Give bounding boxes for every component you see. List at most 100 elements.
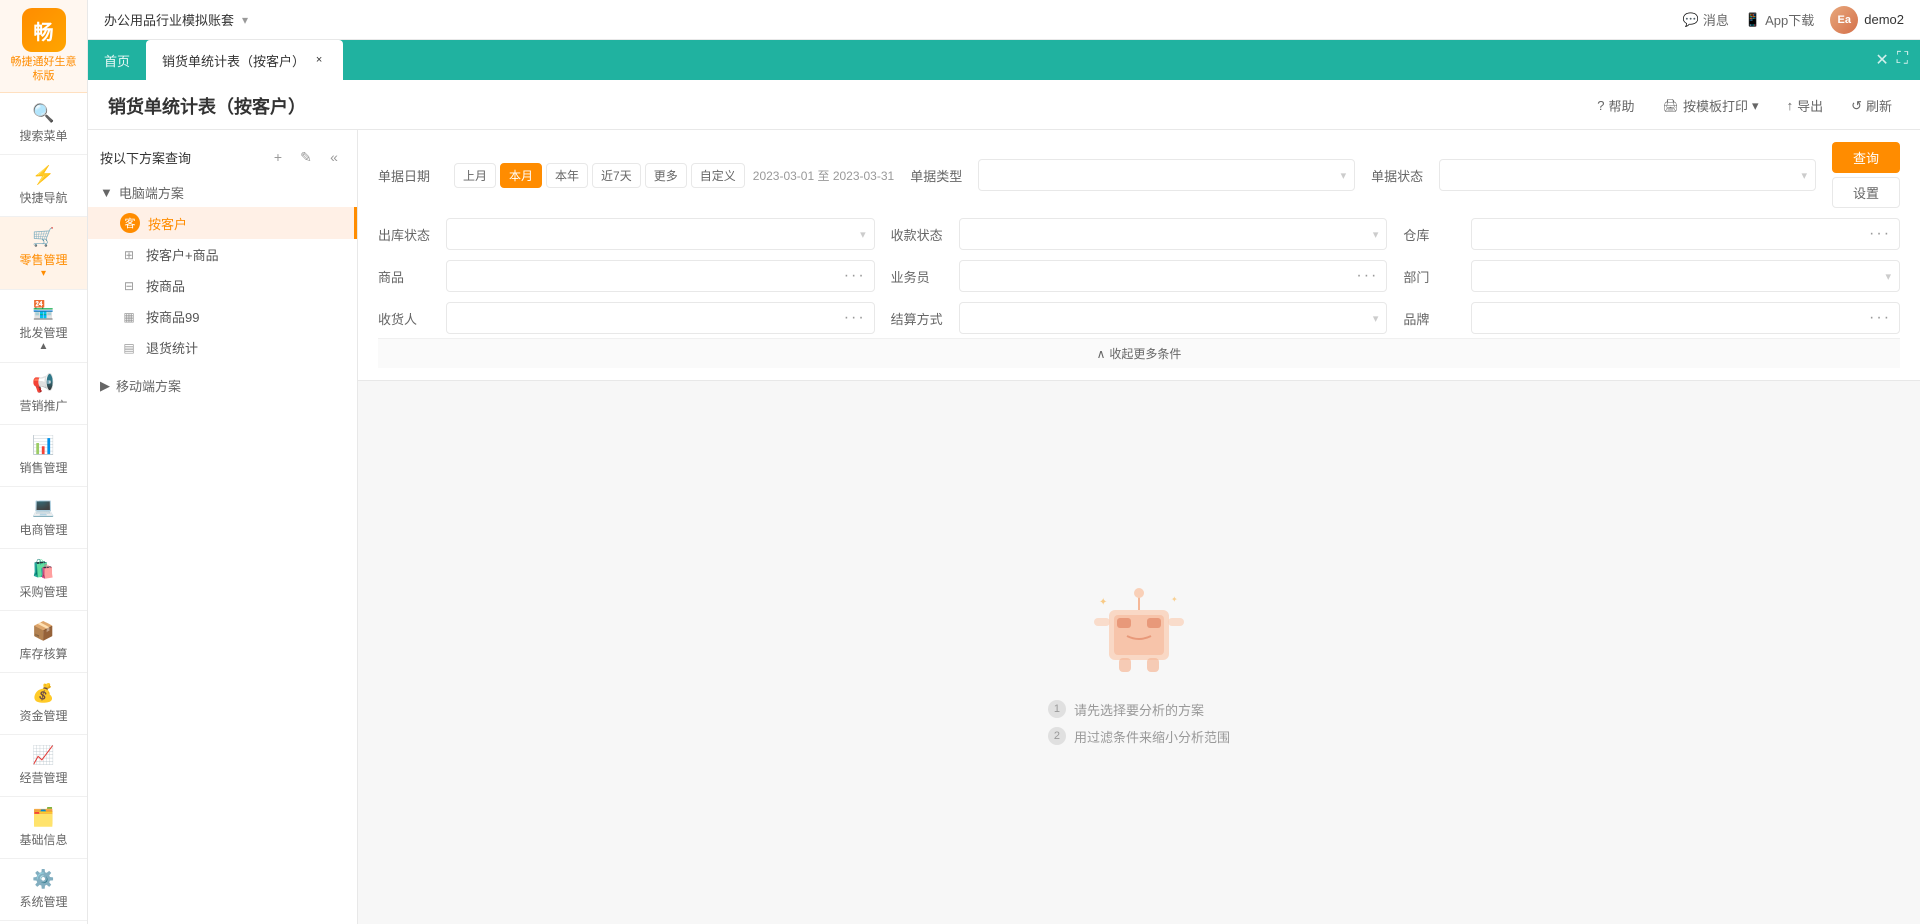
sidebar-item-wholesale[interactable]: 🏪 批发管理 ▲ bbox=[0, 290, 87, 363]
tab-sales-report[interactable]: 销货单统计表（按客户） × bbox=[146, 40, 343, 80]
sidebar-item-shortcut[interactable]: ⚡ 快捷导航 bbox=[0, 155, 87, 217]
svg-text:✦: ✦ bbox=[1099, 597, 1107, 608]
appdownload-icon: 📱 bbox=[1745, 12, 1761, 28]
logo-text: 畅捷通好生意 标版 bbox=[8, 55, 79, 84]
sidebar-item-basic[interactable]: 🗂️ 基础信息 bbox=[0, 797, 87, 859]
sales-report-tab-label: 销货单统计表（按客户） bbox=[162, 51, 305, 70]
sidebar-item-retail[interactable]: 🛒 零售管理 ▾ bbox=[0, 217, 87, 290]
collapse-icon: ∧ bbox=[1097, 347, 1106, 361]
sidebar-item-search[interactable]: 🔍 搜索菜单 bbox=[0, 93, 87, 155]
maximize-window-btn[interactable]: ⛶ bbox=[1897, 50, 1908, 70]
tabbar: 首页 销货单统计表（按客户） × ✕ ⛶ bbox=[88, 40, 1920, 80]
scheme-item-return-stats[interactable]: ▤ 退货统计 bbox=[88, 332, 357, 363]
close-window-btn[interactable]: ✕ bbox=[1875, 50, 1888, 70]
sidebar-item-label: 营销推广 bbox=[19, 397, 67, 414]
date-more-btn[interactable]: 更多 bbox=[645, 163, 687, 188]
empty-tip-2: 2 用过滤条件来缩小分析范围 bbox=[1048, 727, 1230, 746]
filter-row-4: 收货人 ··· 结算方式 ▾ bbox=[378, 302, 1900, 334]
salesperson-dots: ··· bbox=[1356, 267, 1378, 285]
tab-home[interactable]: 首页 bbox=[88, 40, 146, 80]
sidebar-item-label: 资金管理 bbox=[19, 707, 67, 724]
message-btn[interactable]: 💬 消息 bbox=[1683, 10, 1729, 29]
scheme-item-label: 按商品99 bbox=[146, 307, 199, 326]
date-prev-month-btn[interactable]: 上月 bbox=[454, 163, 496, 188]
doc-status-label: 单据状态 bbox=[1371, 166, 1431, 185]
doc-type-wrap: 单据类型 ▾ bbox=[910, 159, 1355, 191]
date-last7-btn[interactable]: 近7天 bbox=[592, 163, 641, 188]
print-icon: 🖨 bbox=[1663, 98, 1680, 114]
warehouse-select[interactable]: ··· bbox=[1471, 218, 1900, 250]
export-btn[interactable]: ↑ 导出 bbox=[1779, 92, 1832, 119]
scheme-collapse-btn[interactable]: « bbox=[323, 146, 345, 168]
receiver-select[interactable]: ··· bbox=[446, 302, 875, 334]
export-icon: ↑ bbox=[1787, 98, 1794, 113]
user-info[interactable]: Ea demo2 bbox=[1830, 6, 1904, 34]
scheme-item-by-customer-product[interactable]: ⊞ 按客户+商品 bbox=[88, 239, 357, 270]
settlement-select[interactable]: ▾ bbox=[959, 302, 1388, 334]
filter-area: 单据日期 上月 本月 本年 近7天 更多 自定义 2023-03-01 至 20… bbox=[358, 130, 1920, 381]
out-status-label: 出库状态 bbox=[378, 225, 438, 244]
sidebar-item-operations[interactable]: 📈 经营管理 bbox=[0, 735, 87, 797]
wholesale-icon: 🏪 bbox=[32, 300, 54, 321]
help-btn[interactable]: ? 帮助 bbox=[1589, 92, 1642, 119]
scheme-item-by-product[interactable]: ⊟ 按商品 bbox=[88, 270, 357, 301]
scheme-item-by-customer[interactable]: 客 按客户 bbox=[88, 207, 357, 239]
refresh-btn[interactable]: ↺ 刷新 bbox=[1843, 92, 1900, 119]
company-dropdown[interactable]: ▾ bbox=[242, 13, 248, 27]
help-icon: ? bbox=[1597, 98, 1604, 113]
help-label: 帮助 bbox=[1608, 96, 1634, 115]
product-select[interactable]: ··· bbox=[446, 260, 875, 292]
date-cur-year-btn[interactable]: 本年 bbox=[546, 163, 588, 188]
mobile-group-label: 移动端方案 bbox=[116, 376, 181, 395]
sidebar-item-marketing[interactable]: 📢 营销推广 bbox=[0, 363, 87, 425]
sidebar-item-cooperation[interactable]: 🤝 企业协同 bbox=[0, 921, 87, 924]
date-custom-btn[interactable]: 自定义 bbox=[691, 163, 745, 188]
inventory-icon: 📦 bbox=[32, 621, 54, 642]
brand-select[interactable]: ··· bbox=[1471, 302, 1900, 334]
sidebar-item-finance[interactable]: 💰 资金管理 bbox=[0, 673, 87, 735]
department-select[interactable]: ▾ bbox=[1471, 260, 1900, 292]
receipt-status-select[interactable]: ▾ bbox=[959, 218, 1388, 250]
scheme-panel-header: 按以下方案查询 + ✎ « bbox=[88, 140, 357, 174]
desktop-group-label: 电脑端方案 bbox=[119, 183, 184, 202]
sidebar-menu: 🔍 搜索菜单 ⚡ 快捷导航 🛒 零售管理 ▾ 🏪 批发管理 ▲ 📢 营销推广 📊… bbox=[0, 93, 87, 924]
collapse-label: 收起更多条件 bbox=[1109, 345, 1181, 362]
scheme-edit-btn[interactable]: ✎ bbox=[295, 146, 317, 168]
collapse-bar[interactable]: ∧ 收起更多条件 bbox=[378, 338, 1900, 368]
scheme-group-mobile: ▶ 移动端方案 bbox=[88, 367, 357, 404]
tab-close-icon[interactable]: × bbox=[311, 52, 327, 68]
appdownload-btn[interactable]: 📱 App下载 bbox=[1745, 10, 1814, 29]
scheme-item-by-product-99[interactable]: ▦ 按商品99 bbox=[88, 301, 357, 332]
template-print-btn[interactable]: 🖨 按模板打印 ▾ bbox=[1655, 92, 1767, 119]
tip-num-2: 2 bbox=[1048, 727, 1066, 745]
warehouse-dots: ··· bbox=[1869, 225, 1891, 243]
sidebar-item-purchase[interactable]: 🛍️ 采购管理 bbox=[0, 549, 87, 611]
salesperson-select[interactable]: ··· bbox=[959, 260, 1388, 292]
brand-label: 品牌 bbox=[1403, 309, 1463, 328]
scheme-group-mobile-header[interactable]: ▶ 移动端方案 bbox=[88, 371, 357, 400]
empty-tip-1: 1 请先选择要分析的方案 bbox=[1048, 700, 1230, 719]
receipt-status-label: 收款状态 bbox=[891, 225, 951, 244]
chevron-up-icon: ▲ bbox=[39, 341, 49, 352]
scheme-add-btn[interactable]: + bbox=[267, 146, 289, 168]
out-status-select[interactable]: ▾ bbox=[446, 218, 875, 250]
page-title-row: 销货单统计表（按客户） ? 帮助 🖨 按模板打印 ▾ ↑ 导出 bbox=[108, 92, 1900, 119]
doc-type-select[interactable]: ▾ bbox=[978, 159, 1355, 191]
date-cur-month-btn[interactable]: 本月 bbox=[500, 163, 542, 188]
sidebar-item-system[interactable]: ⚙️ 系统管理 bbox=[0, 859, 87, 921]
doc-status-select[interactable]: ▾ bbox=[1439, 159, 1816, 191]
action-buttons: 查询 设置 bbox=[1832, 142, 1900, 208]
scheme-group-desktop-header[interactable]: ▼ 电脑端方案 bbox=[88, 178, 357, 207]
sidebar-item-inventory[interactable]: 📦 库存核算 bbox=[0, 611, 87, 673]
query-btn[interactable]: 查询 bbox=[1832, 142, 1900, 173]
avatar: Ea bbox=[1830, 6, 1858, 34]
doc-type-caret: ▾ bbox=[1341, 169, 1347, 182]
tip-text-2: 用过滤条件来缩小分析范围 bbox=[1074, 727, 1230, 746]
scheme-panel-title: 按以下方案查询 bbox=[100, 148, 191, 167]
sidebar-item-sales[interactable]: 📊 销售管理 bbox=[0, 425, 87, 487]
sidebar-item-label: 批发管理 bbox=[19, 324, 67, 341]
bar2-icon: ▤ bbox=[120, 339, 138, 357]
settlement-label: 结算方式 bbox=[891, 309, 951, 328]
settings-btn[interactable]: 设置 bbox=[1832, 177, 1900, 208]
sidebar-item-ecommerce[interactable]: 💻 电商管理 bbox=[0, 487, 87, 549]
